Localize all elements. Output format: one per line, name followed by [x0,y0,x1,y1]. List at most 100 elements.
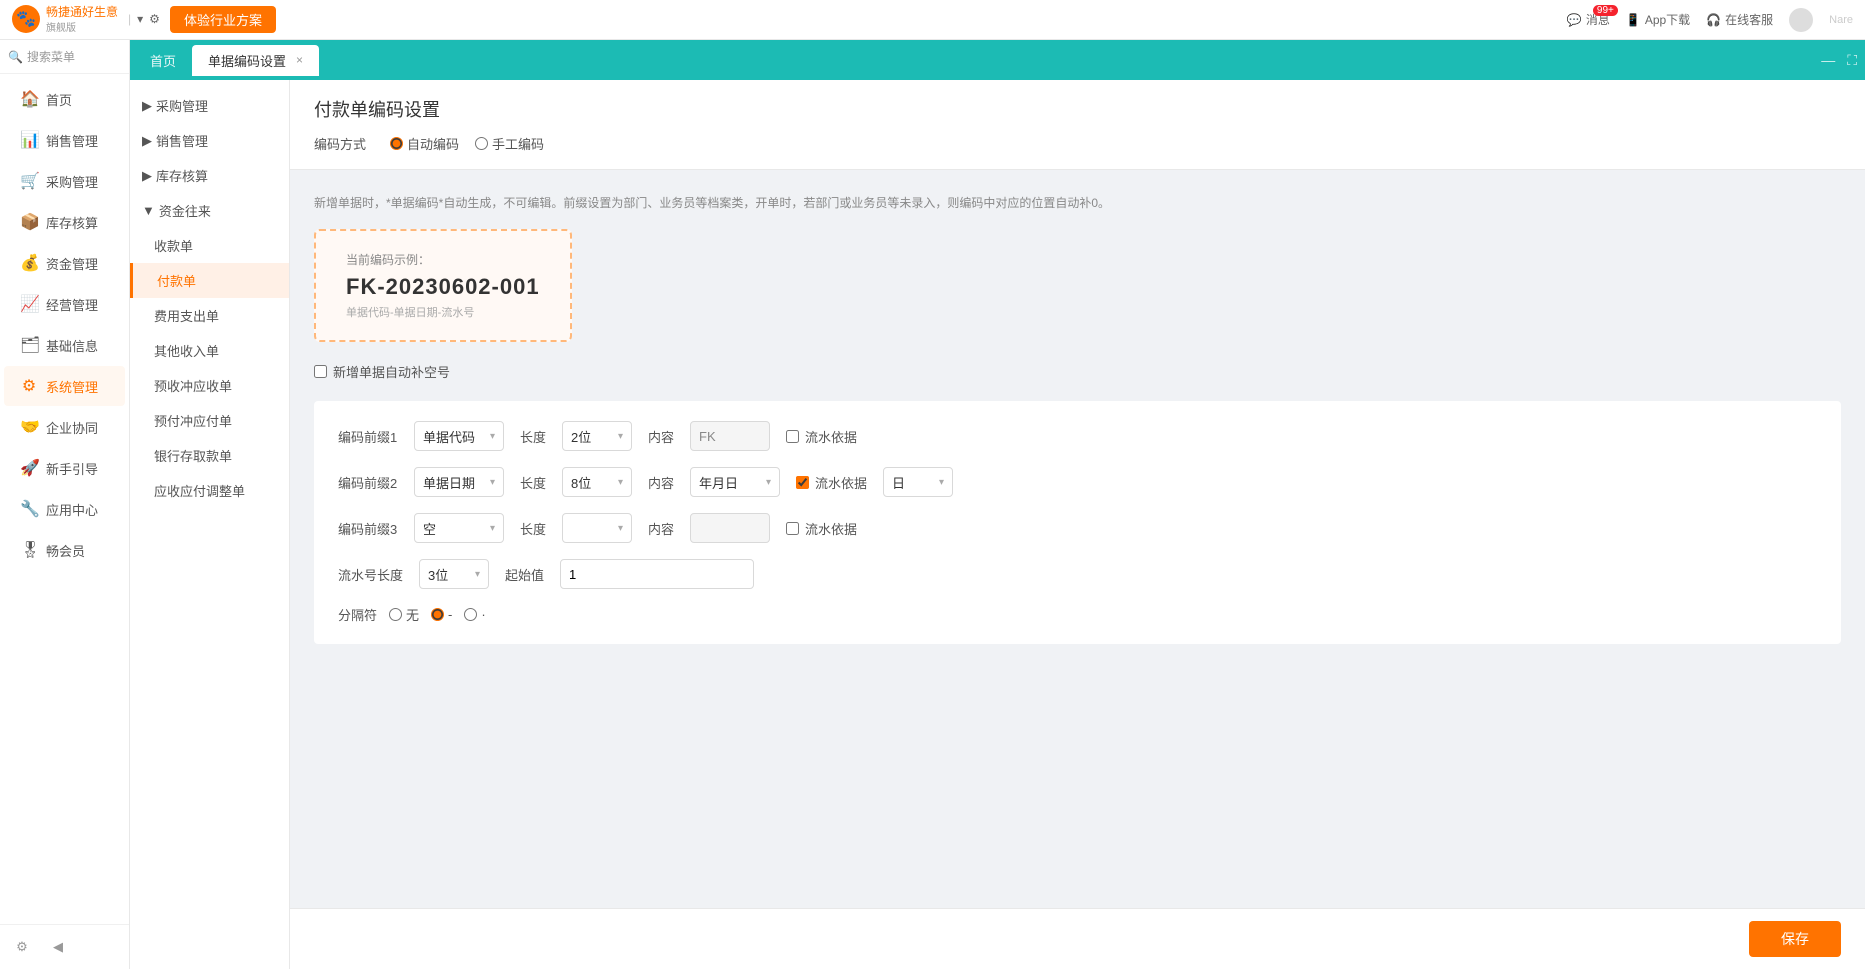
prefix1-row: 编码前缀1 单据代码 ▾ 长度 2位 ▾ 内容 [338,421,1817,451]
sub-item-payment[interactable]: 付款单 [130,263,289,298]
manual-code-radio-label[interactable]: 手工编码 [475,134,544,153]
message-item[interactable]: 💬 消息 99+ [1567,11,1610,28]
minimize-btn[interactable]: — [1817,48,1839,72]
sub-sidebar: ▶ 采购管理 ▶ 销售管理 ▶ 库存核算 [130,80,290,969]
serial1-checkbox[interactable] [786,430,799,443]
message-icon: 💬 [1567,13,1582,27]
logo-text: 畅捷通好生意 旗舰版 [46,5,118,34]
sidebar-item-system[interactable]: ⚙ 系统管理 [4,366,125,406]
apps-icon: 🔧 [20,499,38,519]
topbar-search-area: | ▾ ⚙ [128,12,160,26]
chevron-right-icon3: ▶ [142,168,152,184]
sep-none-label[interactable]: 无 [389,605,419,624]
sidebar-item-operation[interactable]: 📈 经营管理 [4,284,125,324]
content1-value: FK [690,421,770,451]
sidebar-item-home[interactable]: 🏠 首页 [4,79,125,119]
sub-header-inventory[interactable]: ▶ 库存核算 [130,158,289,193]
sep-none-radio[interactable] [389,608,402,621]
serial3-checkbox[interactable] [786,522,799,535]
length3-select[interactable]: ▾ [562,513,632,543]
settings-bottom-btn[interactable]: ⚙ [8,933,36,961]
sidebar-item-enterprise[interactable]: 🤝 企业协同 [4,407,125,447]
topbar-right: 💬 消息 99+ 📱 App下载 🎧 在线客服 Nare [1567,8,1853,32]
manual-code-radio[interactable] [475,137,488,150]
auto-fill-checkbox[interactable] [314,365,327,378]
user-avatar[interactable] [1789,8,1813,32]
sidebar-item-member[interactable]: 🎖 畅会员 [4,530,125,570]
app-icon: 📱 [1626,13,1641,27]
sub-group-purchase: ▶ 采购管理 [130,88,289,123]
sub-item-advance-receipt[interactable]: 预收冲应收单 [130,368,289,403]
sub-item-ar-ap[interactable]: 应收应付调整单 [130,473,289,508]
page-header: 付款单编码设置 编码方式 自动编码 手工编码 [290,80,1865,170]
settings-icon[interactable]: ⚙ [149,12,160,26]
nav-arrow[interactable]: ▾ [137,12,143,26]
prefix3-select[interactable]: 空 ▾ [414,513,504,543]
chevron-down-icon-l3: ▾ [618,523,623,534]
operation-icon: 📈 [20,294,38,314]
serial2-unit-select[interactable]: 日 ▾ [883,467,953,497]
sub-group-sales: ▶ 销售管理 [130,123,289,158]
trial-button[interactable]: 体验行业方案 [170,6,276,33]
sub-item-other-income[interactable]: 其他收入单 [130,333,289,368]
sub-item-receipt[interactable]: 收款单 [130,228,289,263]
length1-select[interactable]: 2位 ▾ [562,421,632,451]
username: Nare [1829,14,1853,26]
sidebar-item-guide[interactable]: 🚀 新手引导 [4,448,125,488]
chevron-down-icon-l1: ▾ [618,431,623,442]
sep-dash-radio[interactable] [431,608,444,621]
page-body: 新增单据时，*单据编码*自动生成，不可编辑。前缀设置为部门、业务员等档案类，开单… [290,170,1865,668]
chevron-down-icon-p3: ▾ [490,523,495,534]
online-service-item[interactable]: 🎧 在线客服 [1706,11,1773,28]
sep-options: 无 - · [389,605,486,624]
app-download-item[interactable]: 📱 App下载 [1626,11,1690,28]
preview-box: 当前编码示例： FK-20230602-001 单据代码-单据日期-流水号 [314,229,572,342]
auto-code-radio-label[interactable]: 自动编码 [390,134,459,153]
auto-code-radio[interactable] [390,137,403,150]
serial2-checkbox[interactable] [796,476,809,489]
tab-home[interactable]: 首页 [134,45,192,76]
content-wrapper: ▶ 采购管理 ▶ 销售管理 ▶ 库存核算 [130,80,1865,969]
main-layout: 🔍 搜索菜单 🏠 首页 📊 销售管理 🛒 采购管理 📦 库存核算 💰 [0,40,1865,969]
prefix2-row: 编码前缀2 单据日期 ▾ 长度 8位 ▾ 内容 [338,467,1817,497]
maximize-btn[interactable]: ⛶ [1843,48,1861,73]
serial-length-select[interactable]: 3位 ▾ [419,559,489,589]
collapse-btn[interactable]: ◀ [44,933,72,961]
sidebar-item-inventory[interactable]: 📦 库存核算 [4,202,125,242]
sep-dash-label[interactable]: - [431,607,452,622]
sep-dot-radio[interactable] [464,608,477,621]
encoding-method: 编码方式 自动编码 手工编码 [314,134,1841,153]
message-badge: 99+ [1593,5,1618,16]
serial3-checkbox-row: 流水依据 [786,519,857,538]
sep-dot-label[interactable]: · [464,607,485,622]
finance-icon: 💰 [20,253,38,273]
sidebar-item-finance[interactable]: 💰 资金管理 [4,243,125,283]
sub-item-advance-payment[interactable]: 预付冲应付单 [130,403,289,438]
chevron-right-icon2: ▶ [142,133,152,149]
system-icon: ⚙ [20,376,38,396]
sales-icon: 📊 [20,130,38,150]
sidebar-item-sales[interactable]: 📊 销售管理 [4,120,125,160]
chevron-down-icon-p2: ▾ [490,477,495,488]
tab-encoding-settings[interactable]: 单据编码设置 × [192,45,319,76]
sidebar-item-purchase[interactable]: 🛒 采购管理 [4,161,125,201]
sub-item-bank[interactable]: 银行存取款单 [130,438,289,473]
content-area: 首页 单据编码设置 × — ⛶ ▶ 采购管理 [130,40,1865,969]
save-button[interactable]: 保存 [1749,921,1841,957]
chevron-down-icon: ▼ [142,203,155,218]
tab-close-icon[interactable]: × [296,53,303,67]
sub-header-purchase[interactable]: ▶ 采购管理 [130,88,289,123]
sub-item-expense[interactable]: 费用支出单 [130,298,289,333]
sidebar-search[interactable]: 🔍 搜索菜单 [0,40,129,74]
content2-select[interactable]: 年月日 ▾ [690,467,780,497]
prefix2-select[interactable]: 单据日期 ▾ [414,467,504,497]
prefix1-select[interactable]: 单据代码 ▾ [414,421,504,451]
length2-select[interactable]: 8位 ▾ [562,467,632,497]
sidebar-item-apps[interactable]: 🔧 应用中心 [4,489,125,529]
sub-header-sales[interactable]: ▶ 销售管理 [130,123,289,158]
preview-desc: 单据代码-单据日期-流水号 [346,304,540,320]
sub-header-finance[interactable]: ▼ 资金往来 [130,193,289,228]
purchase-icon: 🛒 [20,171,38,191]
sidebar-item-basic[interactable]: 🗂 基础信息 [4,325,125,365]
start-value-input[interactable] [560,559,754,589]
